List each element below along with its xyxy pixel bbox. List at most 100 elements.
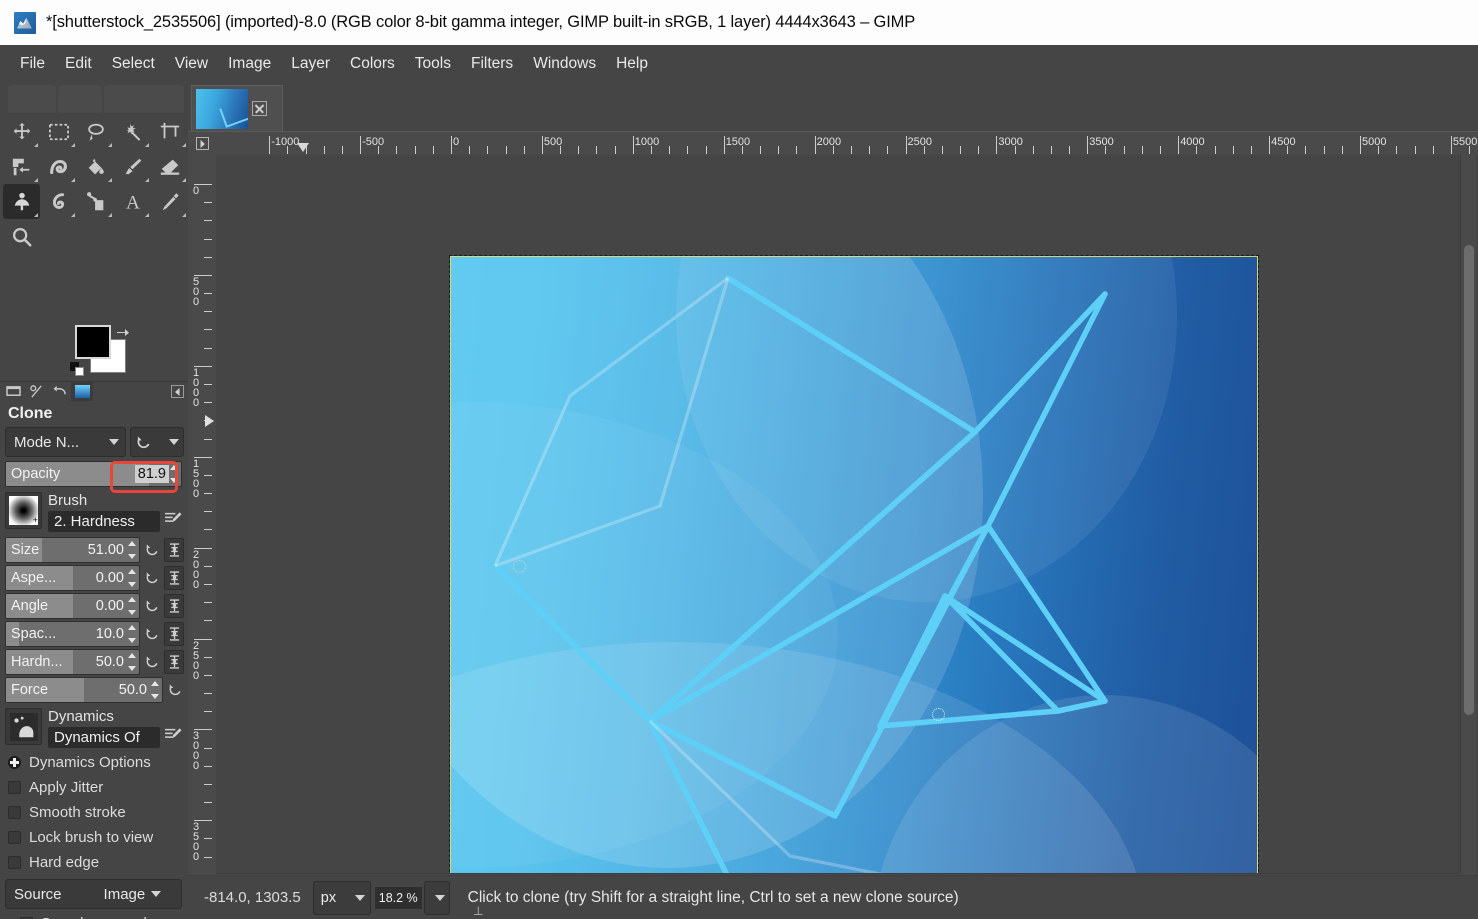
aspect-ratio-spinner[interactable] — [127, 566, 138, 590]
force-slider[interactable]: Force 50.0 — [5, 677, 163, 703]
apply-jitter-row[interactable]: Apply Jitter — [0, 775, 188, 800]
spacing-reset-icon[interactable] — [143, 622, 161, 646]
hard-edge-row[interactable]: Hard edge — [0, 850, 188, 875]
source-dropdown[interactable]: Source Image — [5, 879, 182, 909]
unified-transform-tool[interactable] — [3, 149, 40, 184]
canvas-viewport[interactable] — [216, 155, 1460, 873]
free-select-tool[interactable] — [77, 114, 114, 149]
bucket-fill-tool[interactable] — [77, 149, 114, 184]
aspect-ratio-value[interactable]: 0.00 — [96, 570, 127, 586]
hardness-slider[interactable]: Hardn... 50.0 — [5, 649, 140, 675]
aspect-ratio-reset-icon[interactable] — [143, 566, 161, 590]
spacing-dynamics-link-icon[interactable] — [164, 622, 184, 646]
ink-tool[interactable] — [77, 184, 114, 219]
spacing-slider[interactable]: Spac... 10.0 — [5, 621, 140, 647]
brush-preview-icon[interactable]: + — [5, 492, 42, 529]
size-reset-icon[interactable] — [143, 538, 161, 562]
menu-item-tools[interactable]: Tools — [405, 51, 461, 77]
force-spinner[interactable] — [150, 678, 161, 702]
lock-brush-to-view-row[interactable]: Lock brush to view — [0, 825, 188, 850]
angle-value[interactable]: 0.00 — [96, 598, 127, 614]
reset-colors-icon[interactable] — [70, 362, 86, 376]
swap-colors-icon[interactable] — [115, 324, 129, 336]
menu-item-colors[interactable]: Colors — [340, 51, 405, 77]
hardness-dynamics-link-icon[interactable] — [164, 650, 184, 674]
dynamics-name[interactable]: Dynamics Of — [48, 727, 160, 748]
menu-item-windows[interactable]: Windows — [523, 51, 606, 77]
color-picker-tool[interactable] — [151, 184, 188, 219]
dock-tab-tool-options[interactable] — [2, 382, 24, 401]
dock-tab-device-status[interactable] — [25, 382, 47, 401]
dock-tab-undo-history[interactable] — [48, 382, 70, 401]
menu-item-view[interactable]: View — [165, 51, 218, 77]
menu-item-edit[interactable]: Edit — [55, 51, 102, 77]
lock-brush-to-view-checkbox[interactable] — [8, 831, 21, 844]
menu-item-filters[interactable]: Filters — [461, 51, 523, 77]
smooth-stroke-checkbox[interactable] — [8, 806, 21, 819]
dock-tab-gradients[interactable] — [71, 382, 93, 401]
opacity-spinner[interactable] — [169, 462, 180, 486]
angle-slider[interactable]: Angle 0.00 — [5, 593, 140, 619]
opacity-value[interactable]: 81.9 — [134, 465, 169, 483]
ruler-corner-button[interactable] — [188, 132, 216, 155]
foreground-color-swatch[interactable] — [75, 325, 111, 359]
blend-mode-dropdown[interactable]: Mode N... — [5, 427, 126, 457]
smudge-tool[interactable] — [40, 184, 77, 219]
dynamics-edit-icon[interactable] — [165, 727, 182, 748]
menu-item-help[interactable]: Help — [606, 51, 658, 77]
text-tool[interactable]: A — [114, 184, 151, 219]
force-value[interactable]: 50.0 — [119, 682, 150, 698]
vertical-ruler[interactable]: 0 500 1000 1500 2000 2500 3000 3500 — [188, 155, 216, 873]
unit-dropdown[interactable]: px — [312, 880, 371, 915]
close-icon[interactable] — [252, 101, 267, 116]
aspect-ratio-dynamics-link-icon[interactable] — [164, 566, 184, 590]
warp-transform-tool[interactable] — [40, 149, 77, 184]
eraser-tool[interactable] — [151, 149, 188, 184]
horizontal-ruler[interactable]: -1000 -500 0 500 1000 1500 2000 2500 3000 3500 400… — [216, 132, 1478, 155]
apply-jitter-checkbox[interactable] — [8, 781, 21, 794]
sample-merged-row[interactable]: Sample merged — [0, 909, 188, 919]
menu-item-image[interactable]: Image — [218, 51, 281, 77]
hard-edge-checkbox[interactable] — [8, 856, 21, 869]
fuzzy-select-tool[interactable] — [114, 114, 151, 149]
dynamics-preview-icon[interactable] — [5, 708, 42, 745]
rectangle-select-tool[interactable] — [40, 114, 77, 149]
vertical-scrollbar[interactable] — [1460, 155, 1476, 873]
image-tab-shutterstock[interactable] — [191, 85, 283, 131]
spacing-value[interactable]: 10.0 — [96, 626, 127, 642]
brush-edit-icon[interactable] — [165, 511, 182, 532]
vertical-scrollbar-thumb[interactable] — [1464, 245, 1474, 715]
mode-reset-dropdown[interactable] — [130, 427, 184, 457]
brush-name[interactable]: 2. Hardness — [48, 511, 160, 532]
canvas-image[interactable] — [449, 255, 1259, 873]
hardness-reset-icon[interactable] — [143, 650, 161, 674]
angle-dynamics-link-icon[interactable] — [164, 594, 184, 618]
angle-reset-icon[interactable] — [143, 594, 161, 618]
size-slider[interactable]: Size 51.00 — [5, 537, 140, 563]
menu-item-layer[interactable]: Layer — [281, 51, 340, 77]
opacity-slider[interactable]: Opacity 81.9 — [5, 461, 182, 487]
hardness-value[interactable]: 50.0 — [96, 654, 127, 670]
zoom-control[interactable]: 18.2 % — [374, 880, 450, 915]
size-dynamics-link-icon[interactable] — [164, 538, 184, 562]
smooth-stroke-row[interactable]: Smooth stroke — [0, 800, 188, 825]
clone-tool[interactable] — [3, 184, 40, 219]
zoom-dropdown-button[interactable] — [423, 880, 450, 915]
angle-spinner[interactable] — [127, 594, 138, 618]
dock-menu-button[interactable] — [171, 385, 184, 398]
ruler-minor-tick — [614, 146, 616, 154]
spacing-spinner[interactable] — [127, 622, 138, 646]
aspect-ratio-slider[interactable]: Aspe... 0.00 — [5, 565, 140, 591]
zoom-tool[interactable] — [3, 219, 40, 254]
menu-item-select[interactable]: Select — [102, 51, 165, 77]
move-tool[interactable] — [3, 114, 40, 149]
crop-tool[interactable] — [151, 114, 188, 149]
zoom-value[interactable]: 18.2 % — [374, 886, 422, 909]
size-value[interactable]: 51.00 — [88, 542, 127, 558]
size-spinner[interactable] — [127, 538, 138, 562]
hardness-spinner[interactable] — [127, 650, 138, 674]
menu-item-file[interactable]: File — [10, 51, 55, 77]
dynamics-options-expander[interactable]: Dynamics Options — [0, 748, 188, 775]
force-reset-icon[interactable] — [166, 678, 184, 702]
paintbrush-tool[interactable] — [114, 149, 151, 184]
